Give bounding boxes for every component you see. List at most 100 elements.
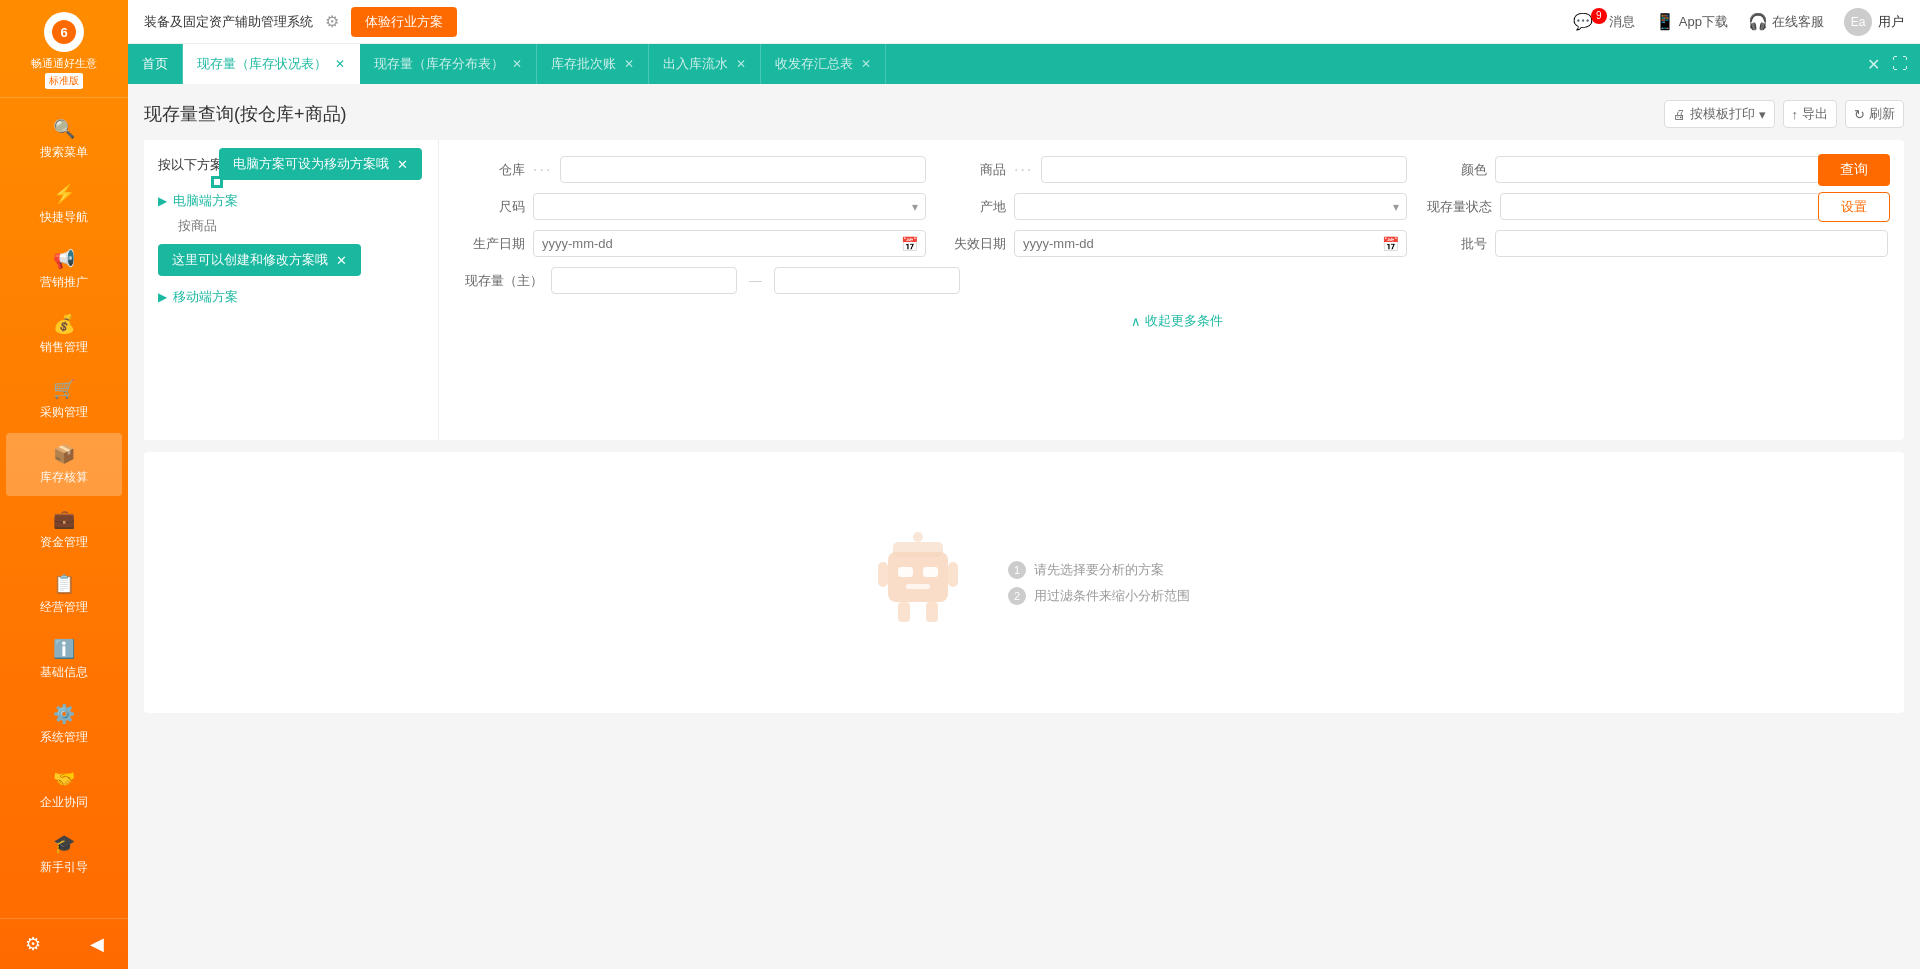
- print-template-button[interactable]: 🖨 按模板打印 ▾: [1664, 100, 1775, 128]
- sidebar-item-operations[interactable]: 📋 经营管理: [6, 563, 122, 626]
- sidebar-item-sales[interactable]: 💰 销售管理: [6, 303, 122, 366]
- avatar: Ea: [1844, 8, 1872, 36]
- product-input[interactable]: [1041, 156, 1407, 183]
- basic-info-icon: ℹ️: [53, 638, 75, 660]
- sidebar-item-quick-nav[interactable]: ⚡ 快捷导航: [6, 173, 122, 236]
- stock-main-from-input[interactable]: [551, 267, 737, 294]
- expiry-date-label: 失效日期: [946, 235, 1006, 253]
- size-label: 尺码: [465, 198, 525, 216]
- sidebar-item-label: 搜索菜单: [40, 144, 88, 161]
- page-header: 现存量查询(按仓库+商品) 🖨 按模板打印 ▾ ↑ 导出 ↻ 刷新: [144, 100, 1904, 128]
- enterprise-icon: 🤝: [53, 768, 75, 790]
- sidebar-item-label: 库存核算: [40, 469, 88, 486]
- sidebar-item-guide[interactable]: 🎓 新手引导: [6, 823, 122, 886]
- sidebar-item-label: 系统管理: [40, 729, 88, 746]
- tooltip-desktop-text: 电脑方案可设为移动方案哦: [233, 155, 389, 173]
- sidebar-item-marketing[interactable]: 📢 营销推广: [6, 238, 122, 301]
- page-actions: 🖨 按模板打印 ▾ ↑ 导出 ↻ 刷新: [1664, 100, 1905, 128]
- batch-input[interactable]: [1495, 230, 1888, 257]
- tip-text-2: 用过滤条件来缩小分析范围: [1034, 587, 1190, 605]
- mobile-scheme-label: 移动端方案: [173, 288, 238, 306]
- sales-icon: 💰: [53, 313, 75, 335]
- tab-inventory-status[interactable]: 现存量（库存状况表） ✕: [183, 44, 360, 84]
- tab-inventory-status-close[interactable]: ✕: [335, 57, 345, 71]
- empty-tip-1: 1 请先选择要分析的方案: [1008, 561, 1190, 579]
- expiry-date-input[interactable]: [1014, 230, 1407, 257]
- svg-text:6: 6: [60, 25, 67, 40]
- origin-select[interactable]: [1014, 193, 1407, 220]
- sidebar-item-system[interactable]: ⚙️ 系统管理: [6, 693, 122, 756]
- tooltip-create-close[interactable]: ✕: [336, 253, 347, 268]
- empty-tip-2: 2 用过滤条件来缩小分析范围: [1008, 587, 1190, 605]
- sidebar-item-basic-info[interactable]: ℹ️ 基础信息: [6, 628, 122, 691]
- warehouse-filter-row: 仓库 ···: [465, 156, 926, 183]
- tab-inventory-dist[interactable]: 现存量（库存分布表） ✕: [360, 44, 537, 84]
- system-name: 装备及固定资产辅助管理系统: [144, 13, 313, 31]
- sidebar-item-inventory[interactable]: 📦 库存核算: [6, 433, 122, 496]
- message-action[interactable]: 💬 9 消息: [1573, 12, 1635, 31]
- collapse-sidebar-icon[interactable]: ◀: [86, 929, 108, 959]
- tab-inventory-dist-close[interactable]: ✕: [512, 57, 522, 71]
- mobile-scheme-node[interactable]: ▶ 移动端方案: [158, 284, 424, 310]
- headset-icon: 🎧: [1748, 12, 1768, 31]
- message-label: 消息: [1609, 13, 1635, 31]
- sidebar-item-finance[interactable]: 💼 资金管理: [6, 498, 122, 561]
- tab-home-label: 首页: [142, 55, 168, 73]
- export-button[interactable]: ↑ 导出: [1783, 100, 1838, 128]
- tip-num-2: 2: [1008, 587, 1026, 605]
- settings-bottom-icon[interactable]: ⚙: [21, 929, 45, 959]
- svg-rect-5: [906, 584, 930, 589]
- expiry-date-wrap: 📅: [1014, 230, 1407, 257]
- online-service-action[interactable]: 🎧 在线客服: [1748, 12, 1824, 31]
- close-all-tabs-icon[interactable]: ✕: [1863, 51, 1884, 78]
- sidebar-item-purchase[interactable]: 🛒 采购管理: [6, 368, 122, 431]
- tab-collect-summary[interactable]: 收发存汇总表 ✕: [761, 44, 886, 84]
- settings-query-button[interactable]: 设置: [1818, 192, 1890, 222]
- user-menu[interactable]: Ea 用户: [1844, 8, 1904, 36]
- gear-icon[interactable]: ⚙: [325, 12, 339, 31]
- mobile-icon: 📱: [1655, 12, 1675, 31]
- size-select[interactable]: [533, 193, 926, 220]
- production-date-label: 生产日期: [465, 235, 525, 253]
- sidebar-item-label: 经营管理: [40, 599, 88, 616]
- tab-in-out-flow-close[interactable]: ✕: [736, 57, 746, 71]
- refresh-button[interactable]: ↻ 刷新: [1845, 100, 1904, 128]
- sidebar-item-label: 营销推广: [40, 274, 88, 291]
- tab-batch-account[interactable]: 库存批次账 ✕: [537, 44, 649, 84]
- tooltip-desktop-close[interactable]: ✕: [397, 157, 408, 172]
- filter-card: 按以下方案查询 + ↻ « 电脑方案可设为移动方案哦 ✕: [144, 140, 1904, 440]
- tab-collect-summary-close[interactable]: ✕: [861, 57, 871, 71]
- desktop-scheme-node[interactable]: ▶ 电脑端方案: [158, 188, 424, 214]
- product-dots[interactable]: ···: [1014, 161, 1033, 179]
- product-label: 商品: [946, 161, 1006, 179]
- collapse-more-conditions[interactable]: ∧ 收起更多条件: [465, 304, 1888, 338]
- tab-home[interactable]: 首页: [128, 44, 183, 84]
- trial-industry-button[interactable]: 体验行业方案: [351, 7, 457, 37]
- sidebar-item-label: 企业协同: [40, 794, 88, 811]
- empty-state: 1 请先选择要分析的方案 2 用过滤条件来缩小分析范围: [144, 452, 1904, 713]
- production-date-input[interactable]: [533, 230, 926, 257]
- quick-nav-icon: ⚡: [53, 183, 75, 205]
- sidebar: 6 畅通通好生意 标准版 🔍 搜索菜单 ⚡ 快捷导航 📢 营销推广 💰 销售管理…: [0, 0, 128, 969]
- stock-main-label: 现存量（主）: [465, 272, 543, 290]
- warehouse-dots[interactable]: ···: [533, 161, 552, 179]
- tab-batch-account-close[interactable]: ✕: [624, 57, 634, 71]
- main-content: 现存量查询(按仓库+商品) 🖨 按模板打印 ▾ ↑ 导出 ↻ 刷新: [128, 84, 1920, 969]
- tab-in-out-flow[interactable]: 出入库流水 ✕: [649, 44, 761, 84]
- app-download-action[interactable]: 📱 App下载: [1655, 12, 1728, 31]
- scheme-tooltip-desktop: 电脑方案可设为移动方案哦 ✕: [219, 148, 422, 180]
- sidebar-bottom: ⚙ ◀: [0, 918, 128, 969]
- expand-arrow-icon: ▶: [158, 194, 167, 208]
- maximize-icon[interactable]: ⛶: [1888, 51, 1912, 77]
- color-label: 颜色: [1427, 161, 1487, 179]
- production-date-row: 生产日期 📅: [465, 230, 926, 257]
- warehouse-input[interactable]: [560, 156, 926, 183]
- sidebar-item-enterprise[interactable]: 🤝 企业协同: [6, 758, 122, 821]
- logo-badge: 标准版: [45, 73, 83, 89]
- create-scheme-tooltip-wrap: 这里可以创建和修改方案哦 ✕: [158, 244, 424, 276]
- query-button[interactable]: 查询: [1818, 154, 1890, 186]
- stock-main-to-input[interactable]: [774, 267, 960, 294]
- sidebar-item-search-menu[interactable]: 🔍 搜索菜单: [6, 108, 122, 171]
- origin-label: 产地: [946, 198, 1006, 216]
- scheme-by-product[interactable]: 按商品: [178, 214, 424, 238]
